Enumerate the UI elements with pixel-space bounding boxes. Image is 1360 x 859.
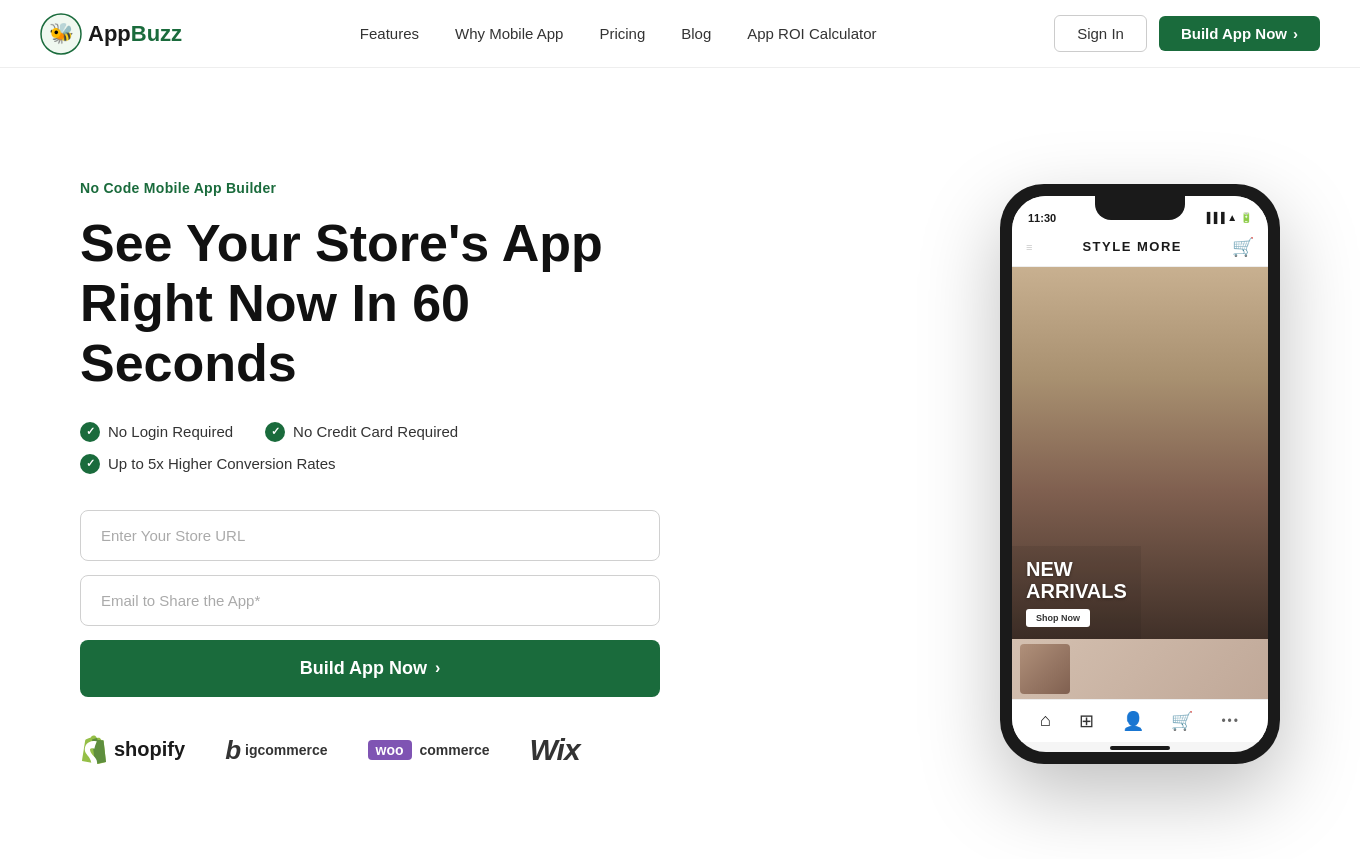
arrow-icon: › [435, 659, 440, 677]
phone-banner-subtitle: ARRIVALS [1026, 580, 1127, 603]
shopify-logo: shopify [80, 734, 185, 766]
bigcommerce-logo: b igcommerce [225, 737, 327, 763]
phone-grid-nav-icon[interactable]: ⊞ [1079, 710, 1094, 732]
phone-thumbnail [1020, 644, 1070, 694]
nav-blog[interactable]: Blog [681, 25, 711, 42]
phone-menu-icon: ≡ [1026, 241, 1032, 253]
phone-home-indicator [1110, 746, 1170, 750]
email-input[interactable] [80, 575, 660, 626]
woo-badge: woo [368, 740, 412, 760]
hero-title: See Your Store's App Right Now In 60 Sec… [80, 214, 660, 393]
hero-features: No Login Required No Credit Card Require… [80, 422, 660, 474]
check-icon-1 [80, 422, 100, 442]
feature-no-login: No Login Required [80, 422, 233, 442]
nav-links: Features Why Mobile App Pricing Blog App… [360, 25, 877, 43]
phone-cart-nav-icon[interactable]: 🛒 [1171, 710, 1193, 732]
phone-second-image [1012, 639, 1268, 699]
nav-pricing[interactable]: Pricing [599, 25, 645, 42]
phone-notch [1095, 196, 1185, 220]
phone-bottom-nav: ⌂ ⊞ 👤 🛒 ••• [1012, 699, 1268, 742]
phone-banner-title: NEW [1026, 558, 1127, 580]
phone-hero-image: NEW ARRIVALS Shop Now [1012, 267, 1268, 639]
hero-tagline: No Code Mobile App Builder [80, 180, 660, 196]
shopify-text: shopify [114, 738, 185, 761]
bigcommerce-text: igcommerce [245, 742, 327, 758]
hero-form: Build App Now › [80, 510, 660, 697]
check-icon-3 [80, 454, 100, 474]
phone-promo-banner: NEW ARRIVALS Shop Now [1012, 546, 1141, 639]
phone-home-nav-icon[interactable]: ⌂ [1040, 710, 1051, 731]
store-url-input[interactable] [80, 510, 660, 561]
signin-button[interactable]: Sign In [1054, 15, 1147, 52]
logo-text: AppBuzz [88, 21, 182, 47]
phone-signal-icons: ▐▐▐ ▲ 🔋 [1203, 212, 1252, 223]
build-app-hero-button[interactable]: Build App Now › [80, 640, 660, 697]
phone-app-header: ≡ STYLE MORE 🛒 [1012, 228, 1268, 267]
nav-roi-calculator[interactable]: App ROI Calculator [747, 25, 876, 42]
hero-section: No Code Mobile App Builder See Your Stor… [0, 68, 1360, 859]
phone-screen: 11:30 ▐▐▐ ▲ 🔋 ≡ STYLE MORE 🛒 NEW ARRIVAL… [1012, 196, 1268, 752]
woocommerce-logo: woo commerce [368, 740, 490, 760]
phone-mockup: 11:30 ▐▐▐ ▲ 🔋 ≡ STYLE MORE 🛒 NEW ARRIVAL… [1000, 184, 1280, 764]
phone-more-nav-icon[interactable]: ••• [1221, 714, 1240, 728]
shopify-icon [80, 734, 108, 766]
build-app-nav-button[interactable]: Build App Now › [1159, 16, 1320, 51]
nav-actions: Sign In Build App Now › [1054, 15, 1320, 52]
partner-logos: shopify b igcommerce woo commerce Wix [80, 733, 660, 767]
bigcommerce-b-icon: b [225, 737, 241, 763]
phone-shop-button[interactable]: Shop Now [1026, 609, 1090, 627]
wix-logo: Wix [530, 733, 580, 767]
svg-text:🐝: 🐝 [49, 21, 74, 45]
brand-logo[interactable]: 🐝 AppBuzz [40, 13, 182, 55]
hero-left: No Code Mobile App Builder See Your Stor… [80, 180, 660, 766]
phone-cart-icon: 🛒 [1232, 236, 1254, 258]
navbar: 🐝 AppBuzz Features Why Mobile App Pricin… [0, 0, 1360, 68]
phone-time: 11:30 [1028, 212, 1056, 224]
hero-right: 11:30 ▐▐▐ ▲ 🔋 ≡ STYLE MORE 🛒 NEW ARRIVAL… [660, 184, 1280, 764]
feature-conversion: Up to 5x Higher Conversion Rates [80, 454, 660, 474]
nav-features[interactable]: Features [360, 25, 419, 42]
check-icon-2 [265, 422, 285, 442]
nav-why-mobile[interactable]: Why Mobile App [455, 25, 563, 42]
phone-store-name: STYLE MORE [1082, 239, 1182, 254]
logo-icon: 🐝 [40, 13, 82, 55]
woo-commerce-text: commerce [420, 742, 490, 758]
feature-no-credit-card: No Credit Card Required [265, 422, 458, 442]
arrow-right-icon: › [1293, 25, 1298, 42]
phone-profile-nav-icon[interactable]: 👤 [1122, 710, 1144, 732]
wix-text: Wix [530, 733, 580, 767]
